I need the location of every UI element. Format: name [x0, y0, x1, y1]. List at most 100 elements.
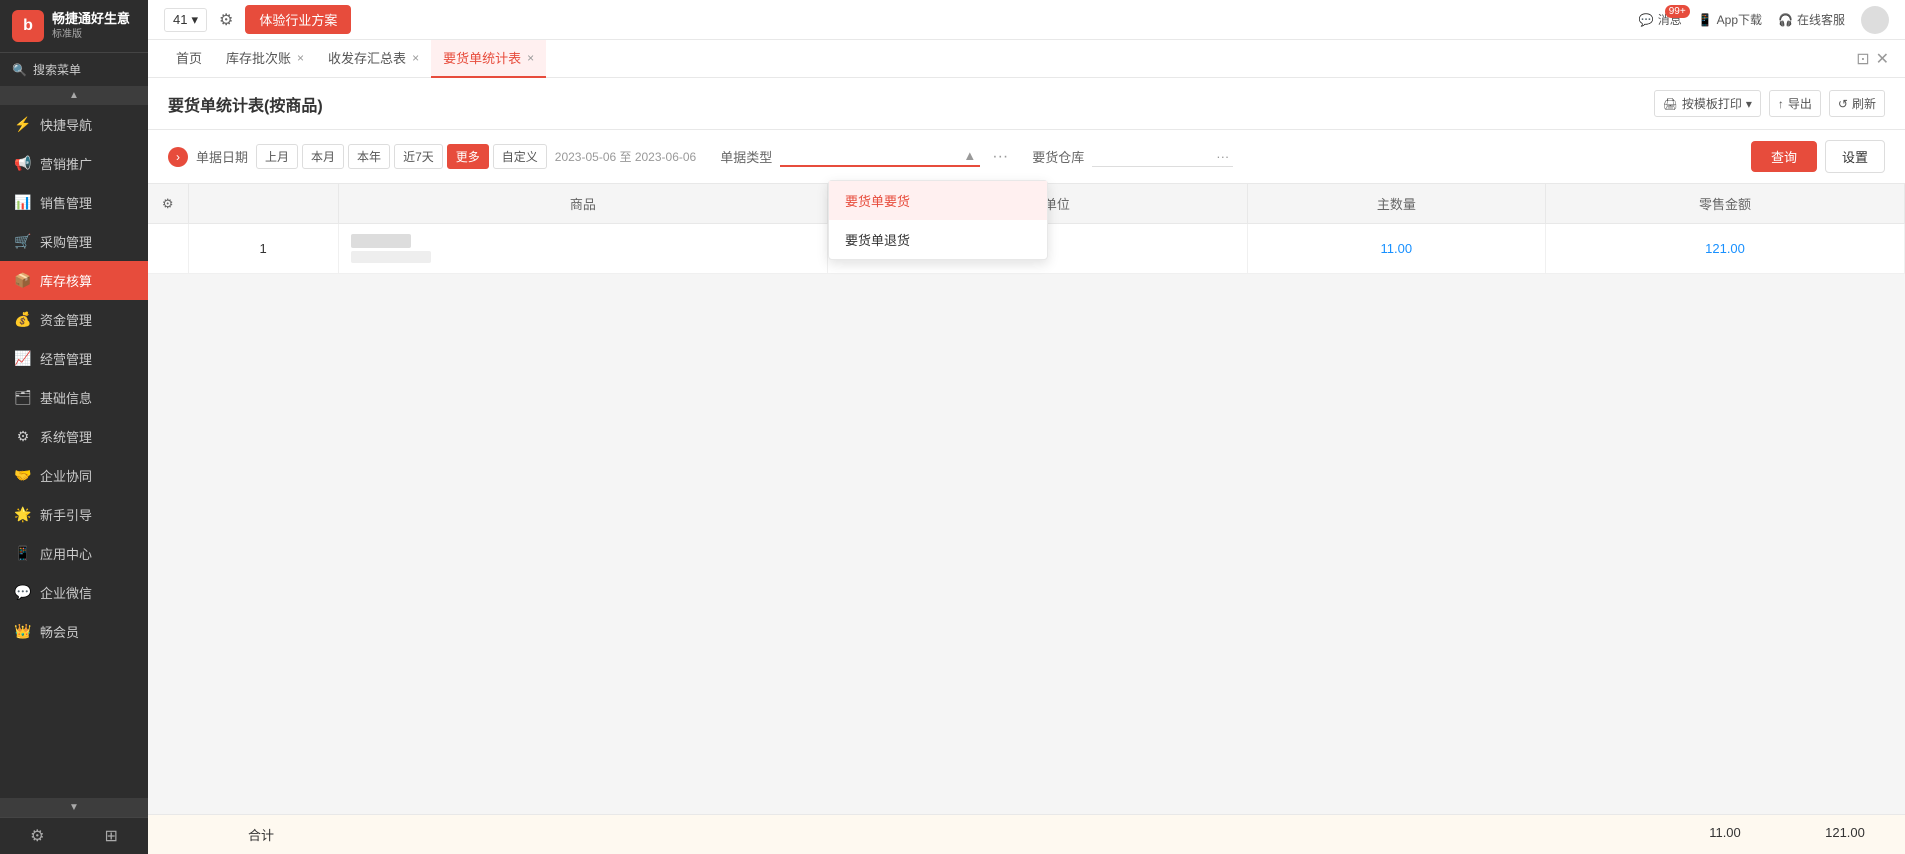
last-month-btn[interactable]: 上月 [256, 144, 298, 169]
member-icon: 👑 [14, 623, 32, 640]
online-service-label: 在线客服 [1797, 11, 1845, 28]
warehouse-more-icon[interactable]: ··· [1216, 149, 1229, 164]
industry-btn[interactable]: 体验行业方案 [245, 5, 351, 34]
tabs-bar: 首页 库存批次账 × 收发存汇总表 × 要货单统计表 × ⊡ ✕ [148, 40, 1905, 78]
tabs-actions: ⊡ ✕ [1856, 49, 1889, 69]
warehouse-input[interactable] [1096, 149, 1216, 164]
date-label: 单据日期 [196, 147, 248, 166]
sidebar-item-enterprise[interactable]: 🤝 企业协同 [0, 456, 148, 495]
sidebar-item-member[interactable]: 👑 畅会员 [0, 612, 148, 651]
this-month-btn[interactable]: 本月 [302, 144, 344, 169]
date-range-text: 2023-05-06 至 2023-06-06 [555, 148, 696, 165]
settings-bottom-btn[interactable]: ⚙ [30, 826, 44, 846]
export-btn[interactable]: ↑ 导出 [1769, 90, 1821, 117]
tab-close-receive-summary[interactable]: × [412, 51, 419, 65]
tab-close-inventory-batch[interactable]: × [297, 51, 304, 65]
finance-icon: 💰 [14, 311, 32, 328]
chevron-down-icon: ▾ [191, 12, 198, 28]
print-icon: 🖨 [1663, 97, 1678, 111]
sidebar-item-quicknav[interactable]: ⚡ 快捷导航 [0, 105, 148, 144]
inventory-icon: 📦 [14, 272, 32, 289]
quicknav-icon: ⚡ [14, 116, 32, 133]
sidebar-item-guide[interactable]: 🌟 新手引导 [0, 495, 148, 534]
type-more-btn[interactable]: ··· [992, 148, 1008, 166]
product-name-placeholder [351, 234, 411, 248]
refresh-icon: ↺ [1838, 97, 1848, 111]
online-service-btn[interactable]: 🎧 在线客服 [1778, 11, 1845, 28]
messages-badge: 99+ [1665, 5, 1690, 18]
app-download-btn[interactable]: 📱 App下载 [1698, 11, 1762, 28]
tabs-window-btn[interactable]: ⊡ [1856, 49, 1869, 69]
filter-expand-btn[interactable]: › [168, 147, 188, 167]
settings-btn[interactable]: 设置 [1825, 140, 1885, 173]
sidebar: b 畅捷通好生意 标准版 🔍 搜索菜单 ▲ ⚡ 快捷导航 📢 营销推广 📊 销售… [0, 0, 148, 854]
row-settings-cell [148, 224, 188, 274]
user-avatar[interactable] [1861, 6, 1889, 34]
date-period-btns: 上月 本月 本年 近7天 更多 自定义 [256, 144, 547, 169]
appstore-icon: 📱 [14, 545, 32, 562]
row-qty-link[interactable]: 11.00 [1381, 241, 1413, 256]
main-area: 41 ▾ ⚙ 体验行业方案 💬 消息 99+ 📱 App下载 🎧 在线客服 [148, 0, 1905, 854]
filter-row: › 单据日期 上月 本月 本年 近7天 更多 自定义 2023-05-06 至 … [148, 130, 1905, 184]
edition: 标准版 [52, 28, 130, 41]
col-settings[interactable]: ⚙ [148, 184, 188, 224]
messages-btn[interactable]: 💬 消息 99+ [1639, 11, 1682, 28]
sidebar-item-basics[interactable]: 🗂 基础信息 [0, 378, 148, 417]
footer-empty-2 [188, 825, 228, 844]
sidebar-item-appstore[interactable]: 📱 应用中心 [0, 534, 148, 573]
query-btn[interactable]: 查询 [1751, 141, 1817, 172]
dropdown-item-order-return[interactable]: 要货单退货 [829, 220, 1047, 259]
sidebar-item-operations[interactable]: 📈 经营管理 [0, 339, 148, 378]
row-amount-link[interactable]: 121.00 [1705, 241, 1745, 256]
page-header: 要货单统计表(按商品) 🖨 按模板打印 ▾ ↑ 导出 ↺ 刷新 [148, 78, 1905, 130]
page-actions: 🖨 按模板打印 ▾ ↑ 导出 ↺ 刷新 [1654, 90, 1885, 129]
tab-home[interactable]: 首页 [164, 40, 214, 78]
sidebar-item-system[interactable]: ⚙ 系统管理 [0, 417, 148, 456]
purchase-icon: 🛒 [14, 233, 32, 250]
col-qty: 主数量 [1247, 184, 1545, 224]
marketing-icon: 📢 [14, 155, 32, 172]
more-dates-btn[interactable]: 更多 [447, 144, 489, 169]
footer-empty-1 [148, 825, 188, 844]
footer-total-qty: 11.00 [1665, 825, 1785, 844]
tab-inventory-batch[interactable]: 库存批次账 × [214, 40, 316, 78]
collapse-btn[interactable]: ⊞ [105, 826, 118, 846]
header-left: 41 ▾ ⚙ 体验行业方案 [164, 5, 351, 34]
page-title: 要货单统计表(按商品) [168, 92, 323, 128]
sidebar-item-wechat[interactable]: 💬 企业微信 [0, 573, 148, 612]
scroll-up-btn[interactable]: ▲ [0, 86, 148, 105]
bell-icon: 💬 [1639, 13, 1654, 27]
company-name: 畅捷通好生意 [52, 11, 130, 28]
sidebar-item-inventory[interactable]: 📦 库存核算 [0, 261, 148, 300]
product-code-placeholder [351, 251, 431, 263]
store-select[interactable]: 41 ▾ [164, 8, 207, 32]
sidebar-item-sales[interactable]: 📊 销售管理 [0, 183, 148, 222]
tab-receive-summary[interactable]: 收发存汇总表 × [316, 40, 431, 78]
sidebar-item-purchase[interactable]: 🛒 采购管理 [0, 222, 148, 261]
dropdown-item-order-goods[interactable]: 要货单要货 [829, 181, 1047, 220]
type-chevron-up-icon[interactable]: ▲ [963, 148, 976, 163]
logo-text: 畅捷通好生意 标准版 [52, 11, 130, 41]
refresh-btn[interactable]: ↺ 刷新 [1829, 90, 1885, 117]
scroll-down-btn[interactable]: ▼ [0, 798, 148, 817]
print-btn[interactable]: 🖨 按模板打印 ▾ [1654, 90, 1761, 117]
custom-date-btn[interactable]: 自定义 [493, 144, 547, 169]
search-menu-item[interactable]: 🔍 搜索菜单 [0, 53, 148, 86]
tabs-close-btn[interactable]: ✕ [1876, 49, 1889, 69]
tab-order-stats[interactable]: 要货单统计表 × [431, 40, 546, 78]
this-year-btn[interactable]: 本年 [348, 144, 390, 169]
app-download-label: App下载 [1717, 11, 1762, 28]
tab-close-order-stats[interactable]: × [527, 51, 534, 65]
row-qty: 11.00 [1247, 224, 1545, 274]
sidebar-item-marketing[interactable]: 📢 营销推广 [0, 144, 148, 183]
table-settings-icon[interactable]: ⚙ [162, 196, 174, 211]
settings-gear-icon[interactable]: ⚙ [219, 10, 233, 30]
operations-icon: 📈 [14, 350, 32, 367]
type-select-input[interactable] [784, 148, 963, 163]
sidebar-item-finance[interactable]: 💰 资金管理 [0, 300, 148, 339]
col-product: 商品 [338, 184, 827, 224]
enterprise-icon: 🤝 [14, 467, 32, 484]
last-7-days-btn[interactable]: 近7天 [394, 144, 443, 169]
table-footer: 合计 11.00 121.00 [148, 814, 1905, 854]
footer-unit [1545, 825, 1665, 844]
